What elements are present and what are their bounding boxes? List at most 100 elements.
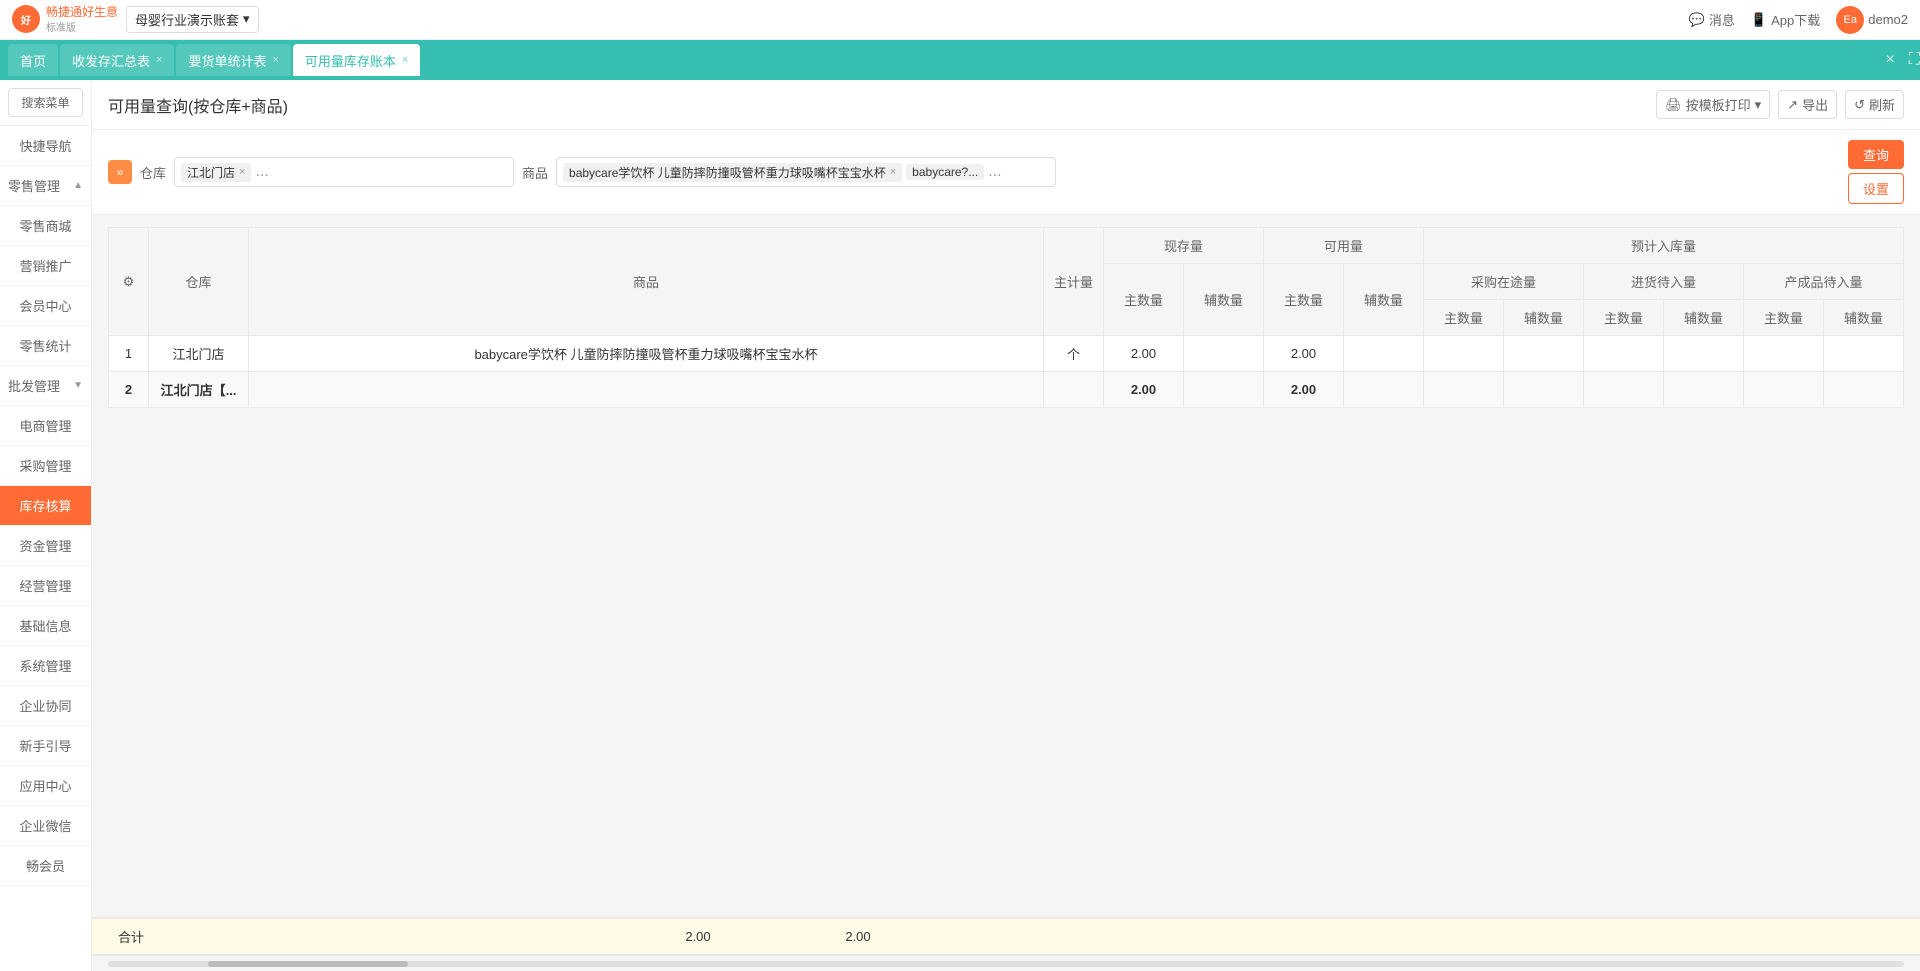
sidebar-item-basic-info[interactable]: 基础信息 (0, 606, 91, 646)
sidebar: 搜索菜单 快捷导航 零售管理 ▲ 零售商城 营销推广 会员中心 零售统计 批发管… (0, 80, 92, 971)
message-icon: 💬 (1689, 12, 1705, 28)
warehouse-filter-dots[interactable]: ... (255, 163, 268, 181)
sidebar-purchase-label: 采购管理 (19, 456, 71, 475)
sidebar-item-newbie[interactable]: 新手引导 (0, 726, 91, 766)
tab-order-stats-close[interactable]: × (272, 54, 278, 66)
sidebar-item-retail-mgmt[interactable]: 零售管理 ▲ (0, 166, 91, 206)
th-incoming-main: 主数量 (1584, 300, 1664, 336)
sidebar-item-enterprise[interactable]: 企业协同 (0, 686, 91, 726)
industry-selector[interactable]: 母婴行业演示账套 ▾ (126, 6, 259, 33)
message-label: 消息 (1709, 10, 1735, 29)
product-filter-label: 商品 (522, 163, 548, 182)
sidebar-item-retail-stats[interactable]: 零售统计 (0, 326, 91, 366)
tab-home[interactable]: 首页 (8, 44, 58, 76)
top-bar-left: 好 畅捷通好生意 标准版 母婴行业演示账套 ▾ (12, 5, 259, 34)
scrollbar-track[interactable] (108, 961, 1904, 967)
sidebar-item-ecommerce[interactable]: 电商管理 (0, 406, 91, 446)
sidebar-item-vip[interactable]: 畅会员 (0, 846, 91, 886)
chevron-down-icon: ▾ (1755, 97, 1762, 113)
footer-label: 合计 (108, 927, 278, 946)
footer-available-main: 2.00 (818, 929, 898, 944)
th-available-group: 可用量 (1264, 228, 1424, 264)
cell-product: babycare学饮杯 儿童防摔防撞吸管杯重力球吸嘴杯宝宝水杯 (249, 336, 1044, 372)
scrollbar-thumb[interactable] (208, 961, 408, 967)
sidebar-item-marketing[interactable]: 营销推广 (0, 246, 91, 286)
sidebar-basic-info-label: 基础信息 (19, 616, 71, 635)
sidebar-item-system[interactable]: 系统管理 (0, 646, 91, 686)
tab-receipt-summary[interactable]: 收发存汇总表 × (60, 44, 174, 76)
sidebar-item-inventory[interactable]: 库存核算 (0, 486, 91, 526)
sidebar-item-wholesale[interactable]: 批发管理 ▼ (0, 366, 91, 406)
avatar: Ea (1836, 6, 1864, 34)
message-btn[interactable]: 💬 消息 (1689, 10, 1735, 29)
cell-incoming-main (1584, 336, 1664, 372)
sidebar-item-ops[interactable]: 经营管理 (0, 566, 91, 606)
filter-expand-btn[interactable]: » (108, 160, 132, 184)
maximize-btn[interactable]: ⛶ (1909, 51, 1920, 69)
search-menu-btn[interactable]: 搜索菜单 (8, 88, 83, 117)
product-tag-1: babycare学饮杯 儿童防摔防撞吸管杯重力球吸嘴杯宝宝水杯 × (563, 163, 902, 182)
sidebar-item-app-center[interactable]: 应用中心 (0, 766, 91, 806)
sidebar-quick-nav-label: 快捷导航 (19, 136, 71, 155)
close-all-tabs-btn[interactable]: × (1885, 51, 1894, 69)
nav-tabs: 首页 收发存汇总表 × 要货单统计表 × 可用量库存账本 × × ⛶ (0, 40, 1920, 80)
chevron-down-icon: ▾ (243, 11, 250, 27)
product-tag-1-close[interactable]: × (890, 166, 896, 178)
template-print-btn[interactable]: 🖨 按模板打印 ▾ (1656, 90, 1770, 119)
sidebar-item-member-center[interactable]: 会员中心 (0, 286, 91, 326)
settings-btn[interactable]: 设置 (1848, 173, 1904, 204)
warehouse-tag-label: 江北门店 (187, 164, 235, 181)
sidebar-item-enterprise-wechat[interactable]: 企业微信 (0, 806, 91, 846)
tab-receipt-summary-close[interactable]: × (156, 54, 162, 66)
refresh-btn[interactable]: ↺ 刷新 (1845, 90, 1904, 119)
cell-current-aux (1184, 336, 1264, 372)
logo-icon: 好 (12, 5, 40, 33)
th-production-pending-group: 产成品待入量 (1744, 264, 1904, 300)
cell-production-aux-subtotal (1824, 372, 1904, 408)
cell-available-aux (1344, 336, 1424, 372)
app-download-btn[interactable]: 📱 App下载 (1751, 10, 1820, 29)
sidebar-item-finance[interactable]: 资金管理 (0, 526, 91, 566)
warehouse-tag-container[interactable]: 江北门店 × ... (174, 157, 514, 187)
th-available-main: 主数量 (1264, 264, 1344, 336)
warehouse-tag-jiangbei: 江北门店 × (181, 163, 251, 182)
product-tag-container[interactable]: babycare学饮杯 儿童防摔防撞吸管杯重力球吸嘴杯宝宝水杯 × babyca… (556, 157, 1056, 187)
scrollbar-area (92, 955, 1920, 971)
cell-available-main-subtotal: 2.00 (1264, 372, 1344, 408)
export-label: 导出 (1802, 95, 1828, 114)
cell-unit-subtotal (1043, 372, 1103, 408)
th-purchase-transit-group: 采购在途量 (1424, 264, 1584, 300)
sidebar-item-retail-mall[interactable]: 零售商城 (0, 206, 91, 246)
th-production-aux: 辅数量 (1824, 300, 1904, 336)
th-purchase-transit-main: 主数量 (1424, 300, 1504, 336)
tab-order-stats-label: 要货单统计表 (188, 51, 266, 70)
sidebar-search-area: 搜索菜单 (0, 80, 91, 126)
data-table: ⚙ 仓库 商品 主计量 现存量 可用量 预计入库量 主数量 辅数量 主数量 辅数… (108, 227, 1904, 408)
th-incoming-aux: 辅数量 (1664, 300, 1744, 336)
sidebar-vip-label: 畅会员 (26, 856, 65, 875)
table-row: 1 江北门店 babycare学饮杯 儿童防摔防撞吸管杯重力球吸嘴杯宝宝水杯 个… (109, 336, 1904, 372)
user-area[interactable]: Ea demo2 (1836, 6, 1908, 34)
cell-warehouse-subtotal: 江北门店【... (149, 372, 249, 408)
product-filter-dots[interactable]: ... (988, 163, 1001, 181)
app-icon: 📱 (1751, 12, 1767, 28)
sidebar-finance-label: 资金管理 (19, 536, 71, 555)
sidebar-member-label: 会员中心 (19, 296, 71, 315)
page-header: 可用量查询(按仓库+商品) 🖨 按模板打印 ▾ ↗ 导出 ↺ 刷新 (92, 80, 1920, 130)
tab-available-stock[interactable]: 可用量库存账本 × (293, 44, 420, 76)
product-tag-1-label: babycare学饮杯 儿童防摔防撞吸管杯重力球吸嘴杯宝宝水杯 (569, 164, 886, 181)
query-btn[interactable]: 查询 (1848, 140, 1904, 169)
th-settings[interactable]: ⚙ (109, 228, 149, 336)
refresh-icon: ↺ (1854, 97, 1865, 113)
export-btn[interactable]: ↗ 导出 (1778, 90, 1837, 119)
tab-order-stats[interactable]: 要货单统计表 × (176, 44, 290, 76)
product-tag-2: babycare?... (906, 164, 984, 180)
top-bar: 好 畅捷通好生意 标准版 母婴行业演示账套 ▾ 💬 消息 📱 App下载 Ea … (0, 0, 1920, 40)
sidebar-wholesale-label: 批发管理 (8, 376, 60, 395)
warehouse-tag-close[interactable]: × (239, 166, 245, 178)
sidebar-item-quick-nav[interactable]: 快捷导航 (0, 126, 91, 166)
sidebar-item-purchase[interactable]: 采购管理 (0, 446, 91, 486)
cell-seq: 1 (109, 336, 149, 372)
tab-available-stock-close[interactable]: × (402, 54, 408, 66)
sidebar-retail-stats-label: 零售统计 (19, 336, 71, 355)
